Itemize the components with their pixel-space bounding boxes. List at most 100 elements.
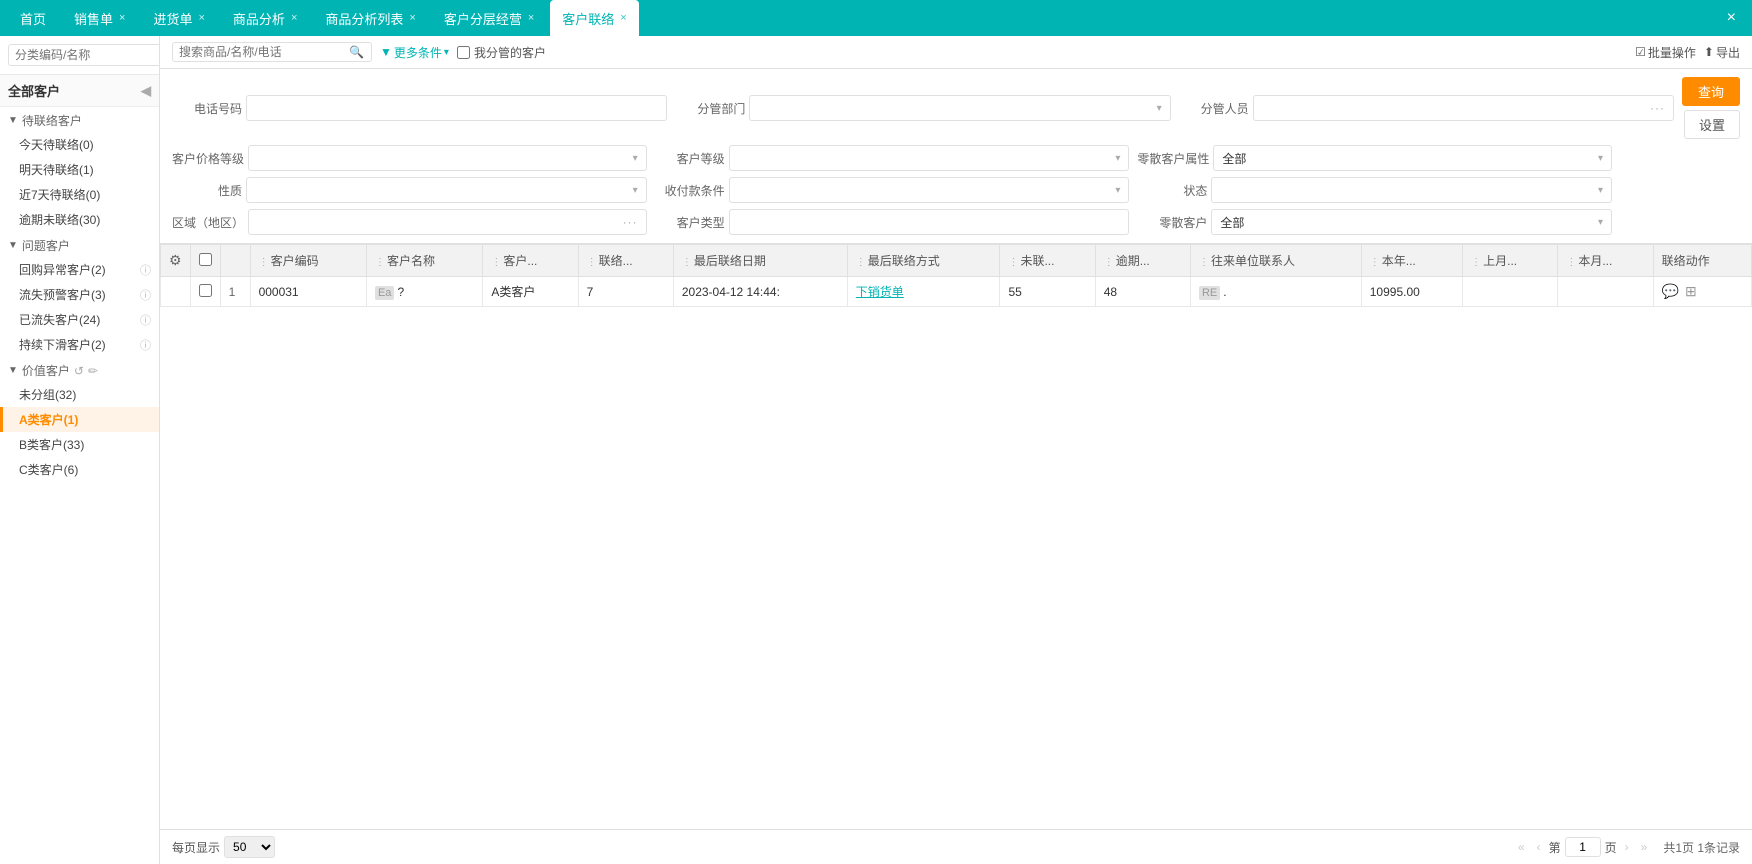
filter-payment: 收付款条件 ▾ (655, 177, 1130, 203)
table-header-row: ⚙ ⋮客户编码 ⋮客户名称 ⋮客户... ⋮联络... ⋮最后联络日期 ⋮最后联… (161, 245, 1752, 277)
sidebar-item-class-b[interactable]: B类客户(33) (0, 432, 159, 457)
row-chat-icon[interactable]: 💬 (1662, 283, 1679, 300)
nav-tab-customer-contact[interactable]: 客户联络 × (550, 0, 638, 36)
info-icon-churn: ⓘ (140, 287, 151, 303)
filter-retail: 零散客户 全部 ▾ (1137, 209, 1612, 235)
sidebar-item-today[interactable]: 今天待联络(0) (0, 132, 159, 157)
table-col-unit-contact[interactable]: ⋮往来单位联系人 (1190, 245, 1361, 277)
nav-home[interactable]: 首页 (8, 0, 58, 36)
value-refresh-icon[interactable]: ↺ (74, 364, 84, 378)
sidebar-item-class-a[interactable]: A类客户(1) (0, 407, 159, 432)
table-col-type[interactable]: ⋮客户... (483, 245, 578, 277)
close-all-tabs[interactable]: × (1719, 9, 1744, 27)
sidebar-collapse-icon[interactable]: ◀ (141, 83, 151, 99)
batch-operation-button[interactable]: ☑ 批量操作 (1635, 44, 1696, 61)
settings-button[interactable]: 设置 (1684, 110, 1740, 139)
filter-phone-input[interactable] (246, 95, 667, 121)
sidebar-group-problem[interactable]: ▼ 问题客户 (0, 232, 159, 257)
row-last-method-cell[interactable]: 下销货单 (847, 277, 1000, 307)
nav-tab-sales-label: 销售单 (74, 9, 113, 28)
table-col-settings[interactable]: ⚙ (161, 245, 191, 277)
table-col-last-month[interactable]: ⋮上月... (1463, 245, 1558, 277)
table-col-name[interactable]: ⋮客户名称 (366, 245, 482, 277)
filter-status: 状态 ▾ (1137, 177, 1612, 203)
nav-tab-analysis[interactable]: 商品分析 × (221, 0, 309, 36)
page-first-button[interactable]: « (1514, 838, 1529, 856)
filter-region-input[interactable]: ··· (248, 209, 647, 235)
nav-tab-customer-tier-close[interactable]: × (528, 12, 534, 24)
table-col-overdue[interactable]: ⋮逾期... (1095, 245, 1190, 277)
sidebar-item-repeat-anomaly[interactable]: 回购异常客户(2) ⓘ (0, 257, 159, 282)
nav-tab-analysis-list-label: 商品分析列表 (325, 9, 403, 28)
filter-my-customers[interactable]: 我分管的客户 (457, 44, 546, 61)
nav-tab-sales[interactable]: 销售单 × (62, 0, 137, 36)
filter-manager-input[interactable]: ··· (1253, 95, 1674, 121)
sidebar-item-class-c[interactable]: C类客户(6) (0, 457, 159, 482)
sidebar-item-unclassified[interactable]: 未分组(32) (0, 382, 159, 407)
page-prev-button[interactable]: ‹ (1533, 838, 1545, 856)
sidebar-item-7days[interactable]: 近7天待联络(0) (0, 182, 159, 207)
filter-customer-type-input[interactable] (729, 209, 1130, 235)
filter-dept-input[interactable]: ▾ (749, 95, 1170, 121)
filter-my-customers-checkbox[interactable] (457, 46, 470, 59)
table-col-this-month[interactable]: ⋮本月... (1558, 245, 1653, 277)
table-check-all[interactable] (199, 253, 212, 266)
content-area: 🔍 ▼ 更多条件 ▾ 我分管的客户 ☑ 批量操作 ⬆ 导出 (160, 36, 1752, 864)
table-col-this-year[interactable]: ⋮本年... (1361, 245, 1462, 277)
row-this-month-cell (1558, 277, 1653, 307)
nav-tab-analysis-list-close[interactable]: × (409, 12, 415, 24)
nav-tab-customer-contact-close[interactable]: × (620, 12, 626, 24)
filter-retail-input[interactable]: 全部 ▾ (1211, 209, 1612, 235)
filter-search-icon[interactable]: 🔍 (349, 45, 364, 59)
table-col-check[interactable] (190, 245, 220, 277)
page-input[interactable] (1565, 837, 1601, 857)
filter-customer-type: 客户类型 (655, 209, 1130, 235)
value-edit-icon[interactable]: ✏ (88, 364, 98, 378)
nav-tab-analysis-close[interactable]: × (291, 12, 297, 24)
sidebar-item-overdue[interactable]: 逾期未联络(30) (0, 207, 159, 232)
filter-customer-level: 客户等级 ▾ (655, 145, 1130, 171)
nav-tab-customer-tier[interactable]: 客户分层经营 × (432, 0, 546, 36)
query-button[interactable]: 查询 (1682, 77, 1740, 106)
sidebar-item-churn-warning[interactable]: 流失预警客户(3) ⓘ (0, 282, 159, 307)
table-col-last-contact-method[interactable]: ⋮最后联络方式 (847, 245, 1000, 277)
filter-more-arrow: ▾ (444, 47, 449, 58)
sidebar-group-pending[interactable]: ▼ 待联络客户 (0, 107, 159, 132)
sidebar-item-declining[interactable]: 持续下滑客户(2) ⓘ (0, 332, 159, 357)
table-gear-icon[interactable]: ⚙ (169, 252, 182, 268)
row-last-date-cell: 2023-04-12 14:44: (673, 277, 847, 307)
row-checkbox[interactable] (199, 284, 212, 297)
filter-retail-attr-input[interactable]: 全部 ▾ (1213, 145, 1612, 171)
nav-tab-sales-close[interactable]: × (119, 12, 125, 24)
table-col-contacts[interactable]: ⋮联络... (578, 245, 673, 277)
table-col-last-contact-date[interactable]: ⋮最后联络日期 (673, 245, 847, 277)
sidebar-item-churned[interactable]: 已流失客户(24) ⓘ (0, 307, 159, 332)
info-icon-churned: ⓘ (140, 312, 151, 328)
table-col-no-contact[interactable]: ⋮未联... (1000, 245, 1095, 277)
sidebar-item-tomorrow[interactable]: 明天待联络(1) (0, 157, 159, 182)
table-col-code[interactable]: ⋮客户编码 (250, 245, 366, 277)
sidebar-group-value[interactable]: ▼ 价值客户 ↺ ✏ (0, 357, 159, 382)
filter-payment-input[interactable]: ▾ (729, 177, 1130, 203)
sidebar-search-input[interactable] (8, 44, 160, 66)
per-page-select[interactable]: 50 10 20 100 (224, 836, 275, 858)
page-last-button[interactable]: » (1637, 838, 1652, 856)
row-qr-icon[interactable]: ⊞ (1685, 283, 1697, 300)
sidebar-all-customers-header[interactable]: 全部客户 ◀ (0, 75, 159, 107)
filter-nature-input[interactable]: ▾ (246, 177, 647, 203)
page-next-button[interactable]: › (1621, 838, 1633, 856)
filter-price-level-input[interactable]: ▾ (248, 145, 647, 171)
filter-customer-level-input[interactable]: ▾ (729, 145, 1130, 171)
row-name-cell: Ea? (366, 277, 482, 307)
nav-tab-purchase-close[interactable]: × (198, 12, 204, 24)
export-button[interactable]: ⬆ 导出 (1704, 44, 1740, 61)
filter-more-conditions[interactable]: ▼ 更多条件 ▾ (380, 44, 449, 61)
nav-tab-analysis-label: 商品分析 (233, 9, 285, 28)
row-unit-avatar: RE (1199, 286, 1220, 300)
filter-search-input[interactable] (179, 45, 349, 59)
filter-status-input[interactable]: ▾ (1211, 177, 1612, 203)
nav-tab-purchase[interactable]: 进货单 × (141, 0, 216, 36)
nav-tab-analysis-list[interactable]: 商品分析列表 × (313, 0, 427, 36)
row-check-cell[interactable] (190, 277, 220, 307)
sidebar-group-problem-label: 问题客户 (22, 237, 70, 254)
